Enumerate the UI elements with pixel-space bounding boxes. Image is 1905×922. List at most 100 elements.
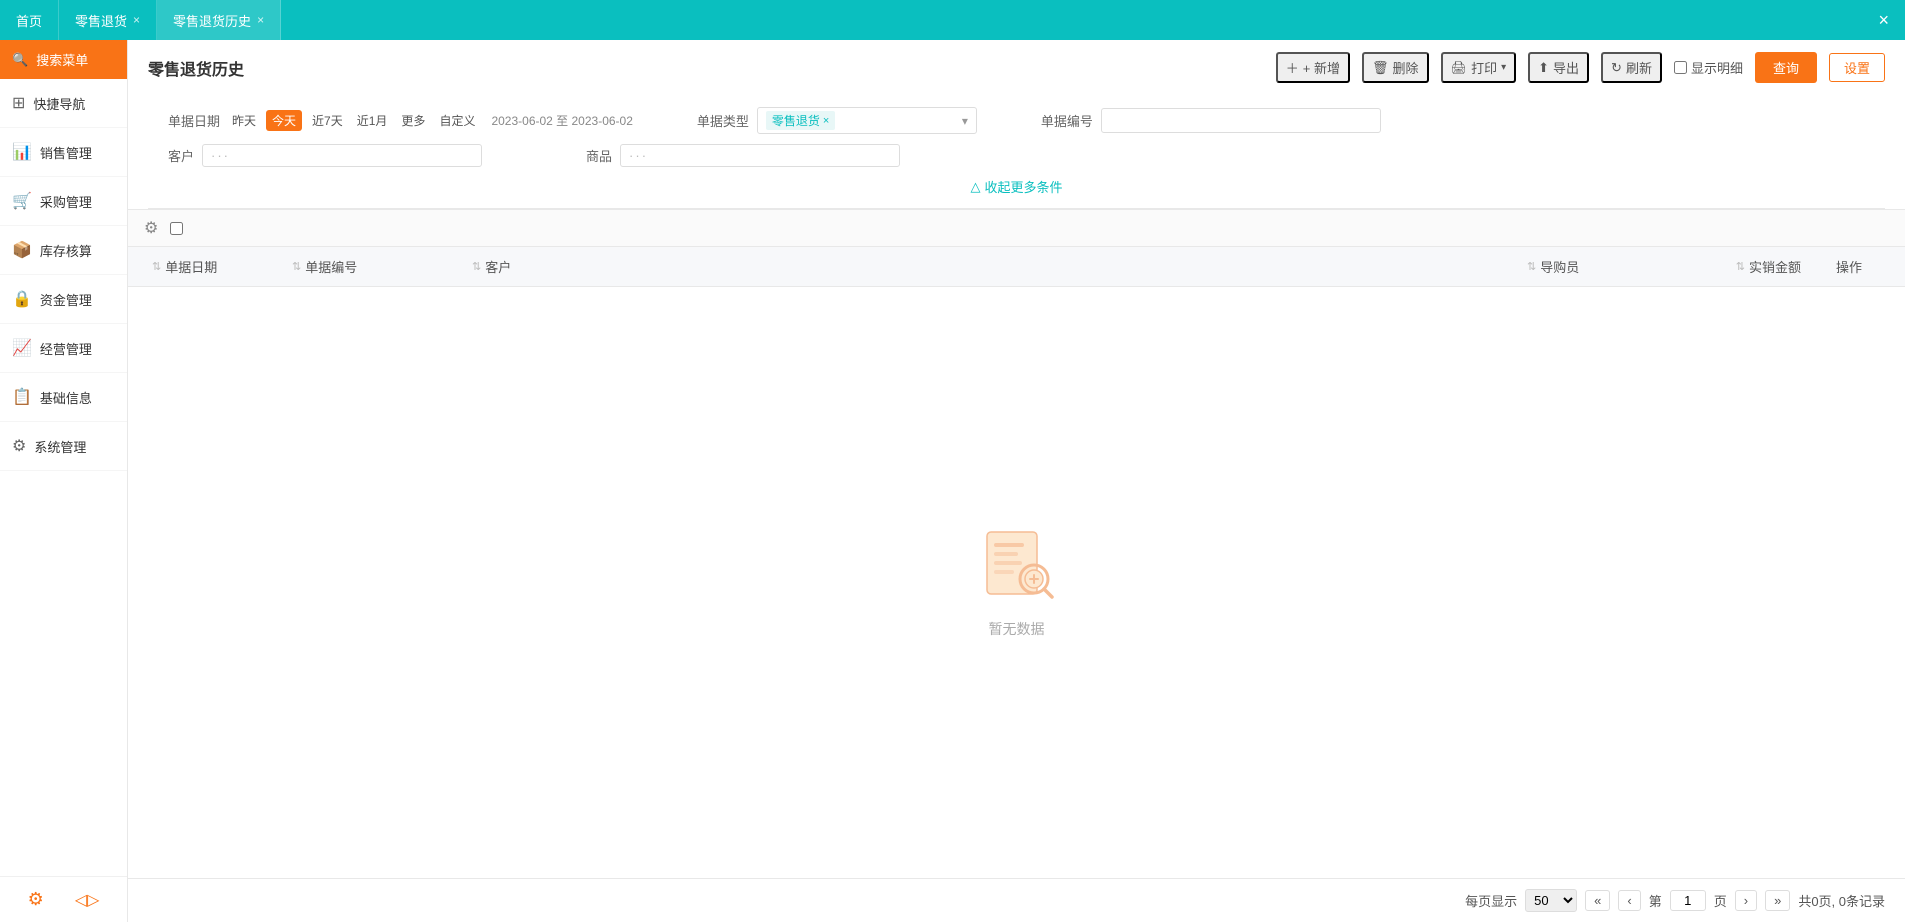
quick-nav-icon: ⊞ bbox=[12, 93, 25, 113]
filter-area: 单据日期 昨天 今天 近7天 近1月 更多 自定义 2023-06-02 至 2… bbox=[148, 95, 1885, 209]
show-detail-toggle[interactable]: 显示明细 bbox=[1674, 58, 1743, 77]
search-menu[interactable]: 🔍 搜索菜单 bbox=[0, 40, 127, 79]
add-button[interactable]: ＋ + 新增 bbox=[1276, 52, 1350, 83]
th-amount-sort-icon: ⇅ bbox=[1736, 260, 1745, 273]
no-filter-label: 单据编号 bbox=[1041, 111, 1093, 130]
tab-list: 首页 零售退货 × 零售退货历史 × bbox=[0, 0, 1878, 40]
page-unit: 页 bbox=[1714, 891, 1727, 910]
date-opt-yesterday[interactable]: 昨天 bbox=[228, 110, 260, 131]
sidebar-item-sales-mgmt[interactable]: 📊 销售管理 bbox=[0, 128, 127, 177]
total-text: 共0页, 0条记录 bbox=[1798, 891, 1885, 910]
page-size-select[interactable]: 50 10 20 100 bbox=[1525, 889, 1577, 912]
sidebar-item-inventory-label: 库存核算 bbox=[40, 241, 92, 260]
sidebar-item-operation-label: 经营管理 bbox=[40, 339, 92, 358]
no-input[interactable] bbox=[1101, 108, 1381, 133]
table-area: ⚙ ⇅ 单据日期 ⇅ 单据编号 ⇅ 客户 ⇅ 导购员 bbox=[128, 210, 1905, 922]
empty-text: 暂无数据 bbox=[989, 619, 1045, 639]
filter-group-goods: 商品 ··· bbox=[586, 144, 900, 167]
collapse-label: 收起更多条件 bbox=[984, 177, 1062, 196]
sidebar-item-inventory[interactable]: 📦 库存核算 bbox=[0, 226, 127, 275]
th-customer-sort-icon: ⇅ bbox=[472, 260, 481, 273]
date-opt-today[interactable]: 今天 bbox=[266, 110, 302, 131]
th-no: ⇅ 单据编号 bbox=[284, 257, 464, 276]
sidebar-item-quick-nav[interactable]: ⊞ 快捷导航 bbox=[0, 79, 127, 128]
page-next-button[interactable]: › bbox=[1735, 890, 1757, 911]
th-op-label: 操作 bbox=[1836, 257, 1862, 276]
sidebar-item-operation[interactable]: 📈 经营管理 bbox=[0, 324, 127, 373]
sidebar-toggle-icon[interactable]: ◁▷ bbox=[75, 890, 100, 910]
basic-info-icon: 📋 bbox=[12, 387, 32, 407]
tab-retail-return[interactable]: 零售退货 × bbox=[59, 0, 157, 40]
filter-group-date: 单据日期 昨天 今天 近7天 近1月 更多 自定义 2023-06-02 至 2… bbox=[168, 110, 633, 131]
th-date: ⇅ 单据日期 bbox=[144, 257, 284, 276]
main: 零售退货历史 ＋ + 新增 🗑 删除 🖨 打印 ▾ bbox=[128, 40, 1905, 922]
th-date-sort-icon: ⇅ bbox=[152, 260, 161, 273]
date-opt-1month[interactable]: 近1月 bbox=[353, 110, 392, 131]
delete-label: 删除 bbox=[1393, 58, 1419, 77]
operation-icon: 📈 bbox=[12, 338, 32, 358]
sidebar-item-finance[interactable]: 🔒 资金管理 bbox=[0, 275, 127, 324]
topbar-right: × bbox=[1878, 10, 1905, 31]
date-options: 昨天 今天 近7天 近1月 更多 自定义 bbox=[228, 110, 479, 131]
date-opt-more[interactable]: 更多 bbox=[397, 110, 429, 131]
export-icon: ⬆ bbox=[1538, 60, 1549, 76]
th-guide: ⇅ 导购员 bbox=[1519, 257, 1679, 276]
print-dropdown-icon: ▾ bbox=[1501, 62, 1506, 73]
tab-home[interactable]: 首页 bbox=[0, 0, 59, 40]
type-input[interactable]: 零售退货 × ▾ bbox=[757, 107, 977, 134]
page-header: 零售退货历史 ＋ + 新增 🗑 删除 🖨 打印 ▾ bbox=[128, 40, 1905, 210]
filter-row-2: 客户 ··· 商品 ··· bbox=[168, 144, 1865, 167]
type-tag-close[interactable]: × bbox=[823, 115, 829, 127]
delete-button[interactable]: 🗑 删除 bbox=[1362, 52, 1429, 83]
page-first-button[interactable]: « bbox=[1585, 890, 1610, 911]
sidebar-item-purchase-mgmt[interactable]: 🛒 采购管理 bbox=[0, 177, 127, 226]
page-label: 第 bbox=[1649, 891, 1662, 910]
table-header: ⇅ 单据日期 ⇅ 单据编号 ⇅ 客户 ⇅ 导购员 ⇅ 实销金额 bbox=[128, 247, 1905, 287]
th-customer-label: 客户 bbox=[485, 257, 511, 276]
print-icon: 🖨 bbox=[1451, 60, 1468, 76]
select-all-checkbox[interactable] bbox=[170, 222, 183, 235]
tab-retail-return-history-close[interactable]: × bbox=[257, 13, 264, 27]
print-button[interactable]: 🖨 打印 ▾ bbox=[1441, 52, 1517, 83]
empty-illustration bbox=[972, 527, 1062, 607]
sidebar-item-sys-mgmt[interactable]: ⚙ 系统管理 bbox=[0, 422, 127, 471]
goods-filter-label: 商品 bbox=[586, 146, 612, 165]
date-opt-custom[interactable]: 自定义 bbox=[435, 110, 479, 131]
add-icon: ＋ bbox=[1286, 58, 1299, 77]
topbar-close-icon[interactable]: × bbox=[1878, 10, 1889, 31]
layout: 🔍 搜索菜单 ⊞ 快捷导航 📊 销售管理 🛒 采购管理 📦 库存核算 🔒 资金管… bbox=[0, 40, 1905, 922]
sidebar-bottom: ⚙ ◁▷ bbox=[0, 876, 127, 922]
query-button[interactable]: 查询 bbox=[1755, 52, 1817, 83]
export-button[interactable]: ⬆ 导出 bbox=[1528, 52, 1589, 83]
refresh-button[interactable]: ↻ 刷新 bbox=[1601, 52, 1662, 83]
tab-home-label: 首页 bbox=[16, 11, 42, 30]
goods-placeholder: ··· bbox=[629, 148, 648, 163]
sidebar-settings-icon[interactable]: ⚙ bbox=[28, 889, 44, 910]
th-guide-label: 导购员 bbox=[1540, 257, 1579, 276]
table-settings-icon[interactable]: ⚙ bbox=[144, 218, 158, 238]
delete-icon: 🗑 bbox=[1372, 60, 1389, 76]
customer-input[interactable]: ··· bbox=[202, 144, 482, 167]
collapse-button[interactable]: △ 收起更多条件 bbox=[970, 177, 1062, 196]
tab-retail-return-close[interactable]: × bbox=[133, 13, 140, 27]
type-tag-retail-return: 零售退货 × bbox=[766, 111, 835, 130]
show-detail-checkbox[interactable] bbox=[1674, 61, 1687, 74]
type-tag-label: 零售退货 bbox=[772, 112, 820, 129]
page-last-button[interactable]: » bbox=[1765, 890, 1790, 911]
th-date-label: 单据日期 bbox=[165, 257, 217, 276]
sidebar-item-finance-label: 资金管理 bbox=[40, 290, 92, 309]
date-opt-7days[interactable]: 近7天 bbox=[308, 110, 347, 131]
page-input[interactable] bbox=[1670, 890, 1706, 911]
export-label: 导出 bbox=[1553, 58, 1579, 77]
sidebar-item-basic-info[interactable]: 📋 基础信息 bbox=[0, 373, 127, 422]
sales-mgmt-icon: 📊 bbox=[12, 142, 32, 162]
page-prev-button[interactable]: ‹ bbox=[1618, 890, 1640, 911]
date-filter-label: 单据日期 bbox=[168, 111, 220, 130]
page-title-row: 零售退货历史 ＋ + 新增 🗑 删除 🖨 打印 ▾ bbox=[148, 52, 1885, 83]
tab-retail-return-history[interactable]: 零售退货历史 × bbox=[157, 0, 281, 40]
goods-input[interactable]: ··· bbox=[620, 144, 900, 167]
customer-filter-label: 客户 bbox=[168, 146, 194, 165]
table-toolbar: ⚙ bbox=[128, 210, 1905, 247]
setting-button[interactable]: 设置 bbox=[1829, 53, 1885, 82]
top-bar: 首页 零售退货 × 零售退货历史 × × bbox=[0, 0, 1905, 40]
